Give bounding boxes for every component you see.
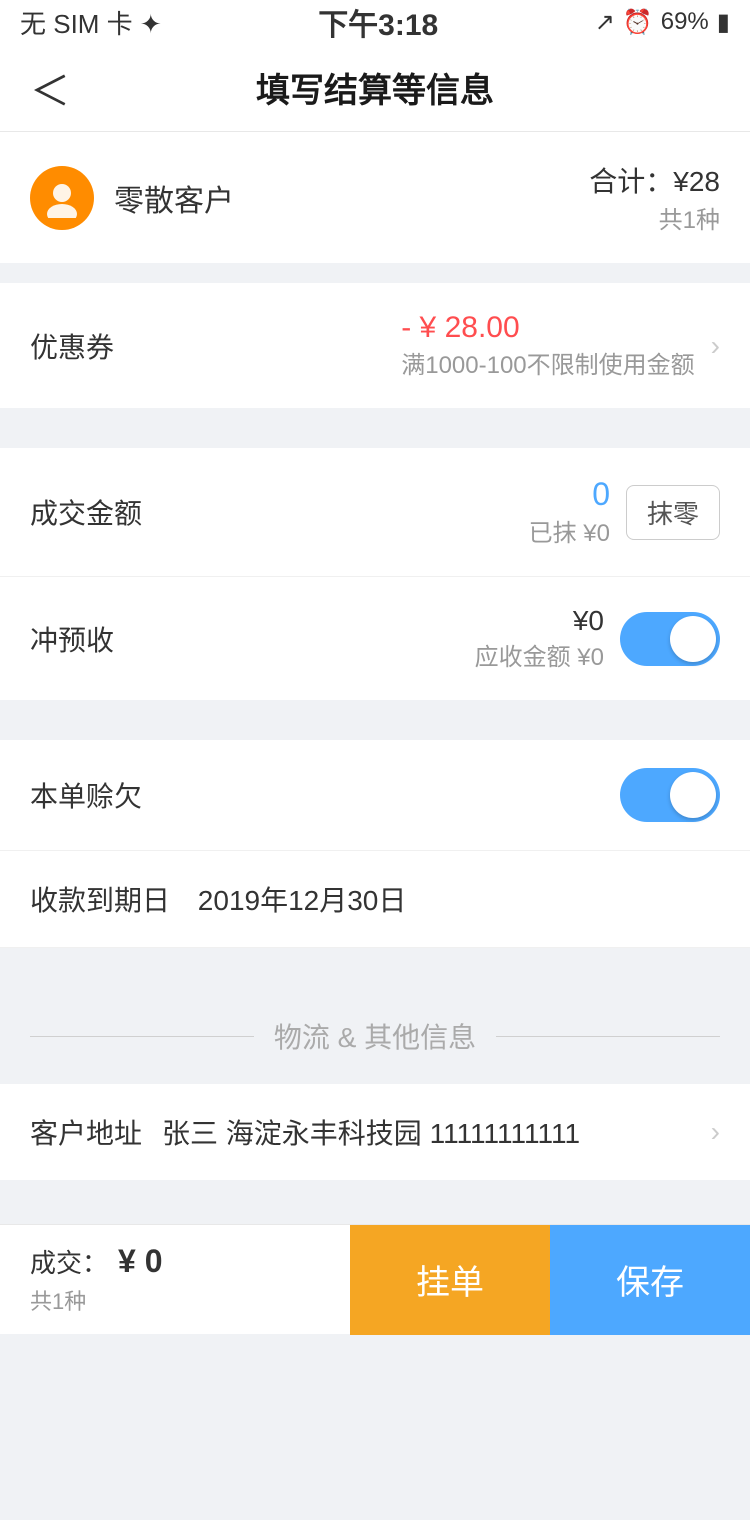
customer-name: 零散客户 xyxy=(114,176,234,220)
prepayment-row: 冲预收 ¥0 应收金额 ¥0 xyxy=(0,577,750,700)
customer-info-right: 合计：¥28 共1种 xyxy=(589,160,720,235)
deal-amount-sub: 已抹 ¥0 xyxy=(529,513,610,548)
status-time: 下午3:18 xyxy=(318,0,438,44)
status-left: 无 SIM 卡 ✦ xyxy=(20,4,162,41)
logistics-label: 物流 & 其他信息 xyxy=(274,1016,476,1056)
battery-icon: ▮ xyxy=(717,8,730,37)
save-button-label: 保存 xyxy=(616,1255,684,1304)
bottom-deal-row: 成交： ¥ 0 xyxy=(30,1243,320,1280)
coupon-value: - ¥ 28.00 xyxy=(401,311,694,345)
customer-avatar xyxy=(30,166,94,230)
credit-card: 本单赊欠 收款到期日 2019年12月30日 xyxy=(0,740,750,948)
bottom-info: 成交： ¥ 0 共1种 xyxy=(0,1243,350,1316)
credit-label: 本单赊欠 xyxy=(30,775,142,815)
address-card[interactable]: 客户地址 张三 海淀永丰科技园 11111111111 › xyxy=(0,1084,750,1180)
nav-bar: ＜ 填写结算等信息 xyxy=(0,44,750,132)
round-zero-button[interactable]: 抹零 xyxy=(626,485,720,540)
prepayment-sub: 应收金额 ¥0 xyxy=(475,637,604,672)
coupon-card[interactable]: 优惠券 - ¥ 28.00 满1000-100不限制使用金额 › xyxy=(0,283,750,408)
customer-count: 共1种 xyxy=(589,200,720,235)
bottom-count: 共1种 xyxy=(30,1284,320,1316)
credit-row: 本单赊欠 xyxy=(0,740,750,851)
coupon-value-group: - ¥ 28.00 满1000-100不限制使用金额 xyxy=(401,311,694,380)
coupon-right: - ¥ 28.00 满1000-100不限制使用金额 › xyxy=(401,311,720,380)
address-value: 张三 海淀永丰科技园 11111111111 xyxy=(162,1112,580,1152)
bottom-deal-amount: ¥ 0 xyxy=(118,1243,162,1280)
coupon-row[interactable]: 优惠券 - ¥ 28.00 满1000-100不限制使用金额 › xyxy=(0,283,750,408)
address-chevron: › xyxy=(711,1116,720,1148)
credit-right xyxy=(620,768,720,822)
prepayment-label: 冲预收 xyxy=(30,619,114,659)
section-divider-3 xyxy=(0,968,750,988)
deal-amount-value: 0 xyxy=(592,476,610,512)
logistics-header: 物流 & 其他信息 xyxy=(0,988,750,1084)
status-bar: 无 SIM 卡 ✦ 下午3:18 ↗ ⏰ 69% ▮ xyxy=(0,0,750,44)
battery-level: 69% xyxy=(661,8,709,36)
hang-button-label: 挂单 xyxy=(416,1255,484,1304)
coupon-label: 优惠券 xyxy=(30,326,114,366)
avatar-icon xyxy=(42,178,82,218)
prepayment-value: ¥0 xyxy=(475,605,604,637)
section-divider-2 xyxy=(0,720,750,740)
prepayment-right: ¥0 应收金额 ¥0 xyxy=(475,605,720,672)
page-title: 填写结算等信息 xyxy=(256,63,494,112)
address-row[interactable]: 客户地址 张三 海淀永丰科技园 11111111111 › xyxy=(0,1084,750,1180)
bottom-bar: 成交： ¥ 0 共1种 挂单 保存 xyxy=(0,1224,750,1334)
customer-total: 合计：¥28 xyxy=(589,160,720,200)
alarm-icon: ⏰ xyxy=(623,8,653,37)
deal-amount-value-group: 0 已抹 ¥0 xyxy=(529,476,610,548)
hang-button[interactable]: 挂单 xyxy=(350,1225,550,1335)
due-date-value: 2019年12月30日 xyxy=(198,885,407,916)
status-right: ↗ ⏰ 69% ▮ xyxy=(595,8,730,37)
credit-toggle[interactable] xyxy=(620,768,720,822)
coupon-sub: 满1000-100不限制使用金额 xyxy=(401,345,694,380)
location-icon: ↗ xyxy=(595,8,615,37)
customer-card: 零散客户 合计：¥28 共1种 xyxy=(0,132,750,263)
address-label: 客户地址 xyxy=(30,1112,142,1152)
sim-status: 无 SIM 卡 ✦ xyxy=(20,4,162,41)
deal-amount-row: 成交金额 0 已抹 ¥0 抹零 xyxy=(0,448,750,577)
prepayment-toggle[interactable] xyxy=(620,612,720,666)
due-date-row: 收款到期日 2019年12月30日 xyxy=(0,851,750,948)
due-date-label: 收款到期日 xyxy=(30,885,170,916)
back-button[interactable]: ＜ xyxy=(30,59,70,117)
address-content: 客户地址 张三 海淀永丰科技园 11111111111 xyxy=(30,1112,580,1152)
section-divider-1 xyxy=(0,428,750,448)
prepayment-value-group: ¥0 应收金额 ¥0 xyxy=(475,605,604,672)
customer-row: 零散客户 合计：¥28 共1种 xyxy=(0,132,750,263)
save-button[interactable]: 保存 xyxy=(550,1225,750,1335)
back-icon: ＜ xyxy=(30,70,70,114)
coupon-chevron: › xyxy=(711,330,720,362)
bottom-deal-label: 成交： xyxy=(30,1243,108,1280)
deal-card: 成交金额 0 已抹 ¥0 抹零 冲预收 ¥0 应收金额 ¥0 xyxy=(0,448,750,700)
deal-amount-label: 成交金额 xyxy=(30,492,142,532)
customer-info-left: 零散客户 xyxy=(30,166,234,230)
deal-amount-right: 0 已抹 ¥0 抹零 xyxy=(529,476,720,548)
